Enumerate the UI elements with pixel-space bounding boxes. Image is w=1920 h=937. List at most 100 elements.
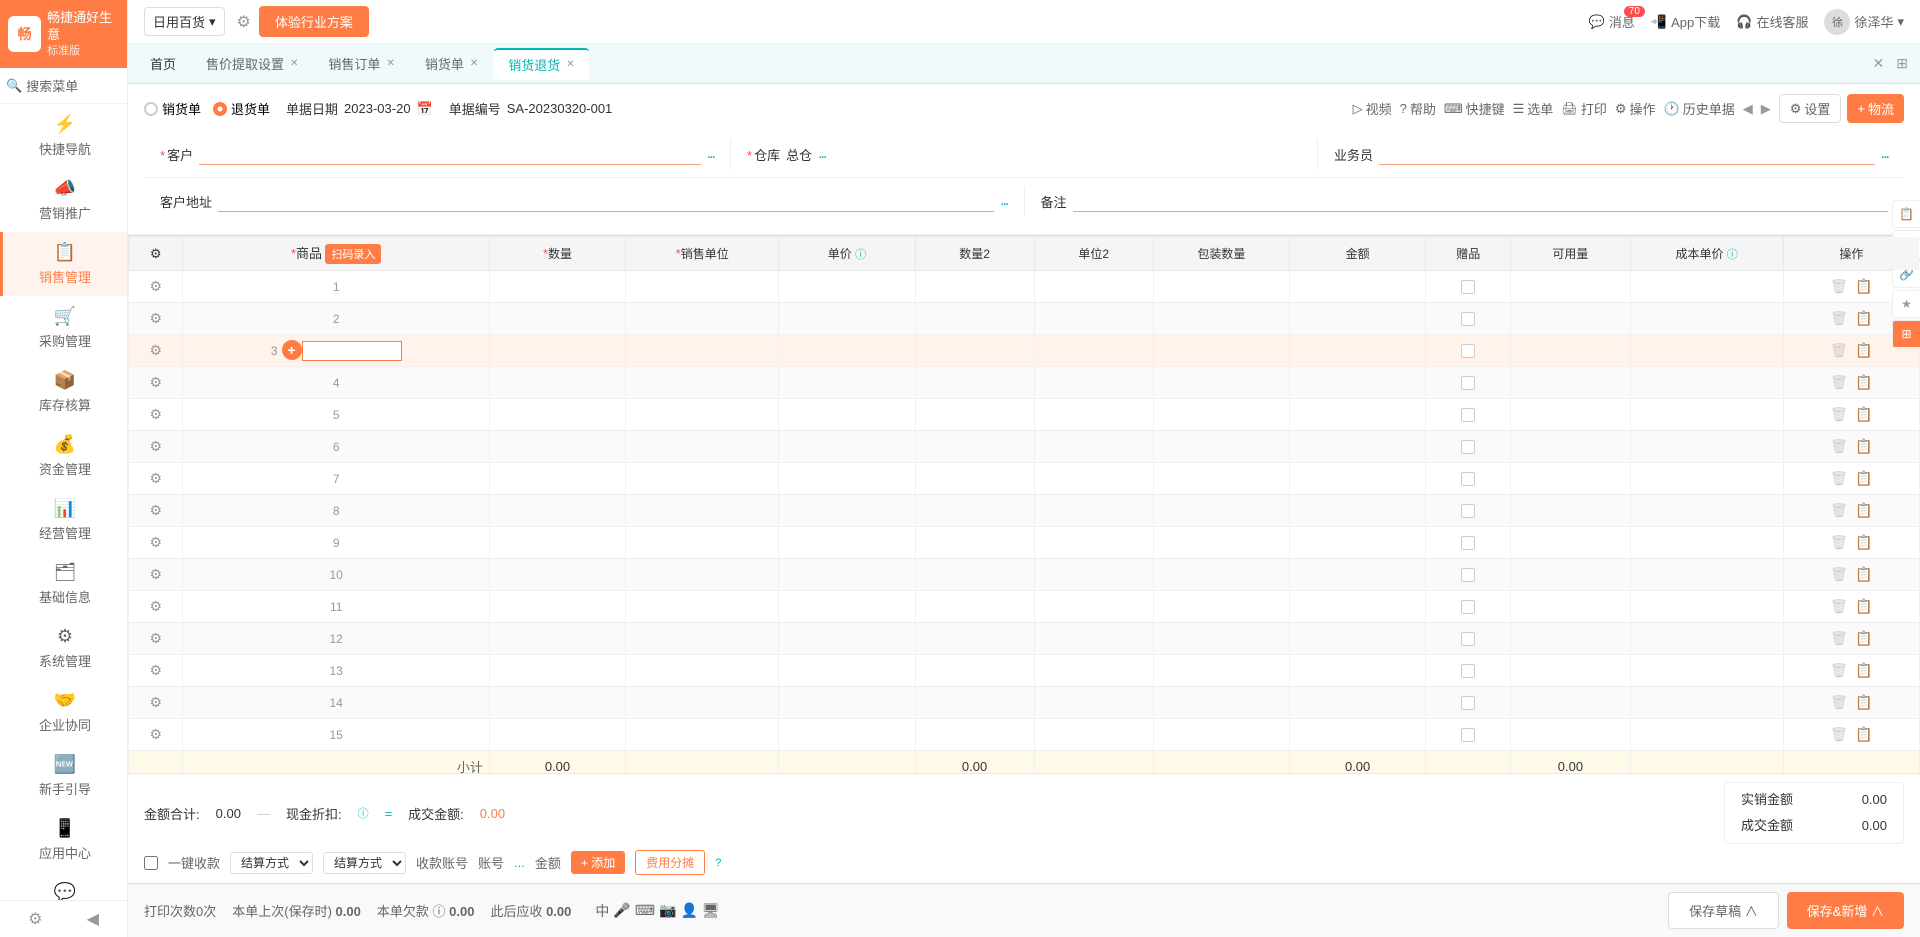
gift-checkbox[interactable] [1461,376,1475,390]
gift-checkbox[interactable] [1461,472,1475,486]
select-btn[interactable]: ☰ 选单 [1513,99,1554,118]
row-cost-price[interactable] [1630,527,1783,559]
tab-close-sales-return[interactable]: ✕ [566,59,574,70]
sidebar-item-purchase[interactable]: 🛒 采购管理 [0,296,127,360]
split-method-select[interactable]: 结算方式 [323,852,406,874]
row-amount[interactable] [1290,303,1426,335]
delete-icon[interactable]: 🗑 [1830,694,1848,710]
row-available[interactable] [1511,367,1630,399]
row-gear[interactable]: ⚙ [129,655,183,687]
row-available[interactable] [1511,687,1630,719]
row-cost-price[interactable] [1630,367,1783,399]
row-gift[interactable] [1426,303,1511,335]
row-cost-price[interactable] [1630,303,1783,335]
row-qty2[interactable] [915,495,1034,527]
row-cost-price[interactable] [1630,463,1783,495]
sidebar-item-wechat[interactable]: 💬 企业微信 [0,872,127,900]
row-qty[interactable] [489,431,625,463]
row-pkg-qty[interactable] [1153,591,1289,623]
edge-btn-4[interactable]: ★ [1892,290,1920,318]
row-pkg-qty[interactable] [1153,463,1289,495]
row-unit[interactable] [626,623,779,655]
row-price[interactable] [779,591,915,623]
row-gift[interactable] [1426,559,1511,591]
row-qty2[interactable] [915,399,1034,431]
message-btn[interactable]: 💬 消息 70 [1589,12,1635,31]
product-input[interactable] [302,341,402,361]
row-unit2[interactable] [1034,431,1153,463]
row-unit2[interactable] [1034,271,1153,303]
row-price[interactable] [779,335,915,367]
row-amount[interactable] [1290,655,1426,687]
row-pkg-qty[interactable] [1153,655,1289,687]
close-tab-btn[interactable]: ✕ [1869,53,1889,74]
row-qty[interactable] [489,719,625,751]
row-qty2[interactable] [915,463,1034,495]
row-available[interactable] [1511,335,1630,367]
row-gift[interactable] [1426,271,1511,303]
app-download-btn[interactable]: 📲 App下载 [1651,12,1720,31]
row-gear[interactable]: ⚙ [129,399,183,431]
sidebar-search[interactable]: 🔍 搜索菜单 [0,68,127,104]
delete-icon[interactable]: 🗑 [1830,278,1848,294]
sidebar-item-marketing[interactable]: 📣 营销推广 [0,168,127,232]
add-row-btn[interactable]: + [282,340,302,360]
row-available[interactable] [1511,399,1630,431]
row-pkg-qty[interactable] [1153,367,1289,399]
row-price[interactable] [779,271,915,303]
tab-sales-order[interactable]: 销售订单 ✕ [314,48,408,80]
row-available[interactable] [1511,527,1630,559]
row-amount[interactable] [1290,623,1426,655]
copy-icon[interactable]: 📋 [1855,502,1872,518]
row-qty[interactable] [489,623,625,655]
row-amount[interactable] [1290,687,1426,719]
row-qty2[interactable] [915,431,1034,463]
row-qty2[interactable] [915,335,1034,367]
settings-icon[interactable]: ⚙ [237,12,251,32]
row-cost-price[interactable] [1630,719,1783,751]
row-cost-price[interactable] [1630,687,1783,719]
gift-checkbox[interactable] [1461,408,1475,422]
delete-icon[interactable]: 🗑 [1830,406,1848,422]
row-price[interactable] [779,463,915,495]
row-qty[interactable] [489,399,625,431]
row-unit[interactable] [626,655,779,687]
row-unit[interactable] [626,399,779,431]
row-pkg-qty[interactable] [1153,271,1289,303]
row-unit2[interactable] [1034,559,1153,591]
row-gift[interactable] [1426,527,1511,559]
row-unit[interactable] [626,719,779,751]
row-qty[interactable] [489,559,625,591]
row-qty2[interactable] [915,623,1034,655]
row-pkg-qty[interactable] [1153,495,1289,527]
row-price[interactable] [779,559,915,591]
row-gear[interactable]: ⚙ [129,303,183,335]
row-gift[interactable] [1426,591,1511,623]
row-unit[interactable] [626,431,779,463]
row-amount[interactable] [1290,367,1426,399]
copy-icon[interactable]: 📋 [1855,630,1872,646]
row-amount[interactable] [1290,271,1426,303]
row-available[interactable] [1511,591,1630,623]
row-available[interactable] [1511,271,1630,303]
row-available[interactable] [1511,655,1630,687]
copy-icon[interactable]: 📋 [1855,694,1872,710]
row-gear[interactable]: ⚙ [129,271,183,303]
row-amount[interactable] [1290,719,1426,751]
row-qty[interactable] [489,591,625,623]
copy-icon[interactable]: 📋 [1855,566,1872,582]
row-unit2[interactable] [1034,399,1153,431]
customer-input[interactable] [199,143,701,165]
row-qty[interactable] [489,687,625,719]
row-pkg-qty[interactable] [1153,399,1289,431]
delete-icon[interactable]: 🗑 [1830,534,1848,550]
note-input[interactable] [1073,190,1888,212]
row-qty2[interactable] [915,271,1034,303]
warehouse-dots[interactable]: ... [818,145,825,163]
row-amount[interactable] [1290,559,1426,591]
tab-price-setting[interactable]: 售价提取设置 ✕ [192,48,312,80]
address-dots[interactable]: ... [1000,192,1007,210]
row-unit2[interactable] [1034,527,1153,559]
sidebar-item-enterprise[interactable]: 🤝 企业协同 [0,680,127,744]
row-unit[interactable] [626,591,779,623]
